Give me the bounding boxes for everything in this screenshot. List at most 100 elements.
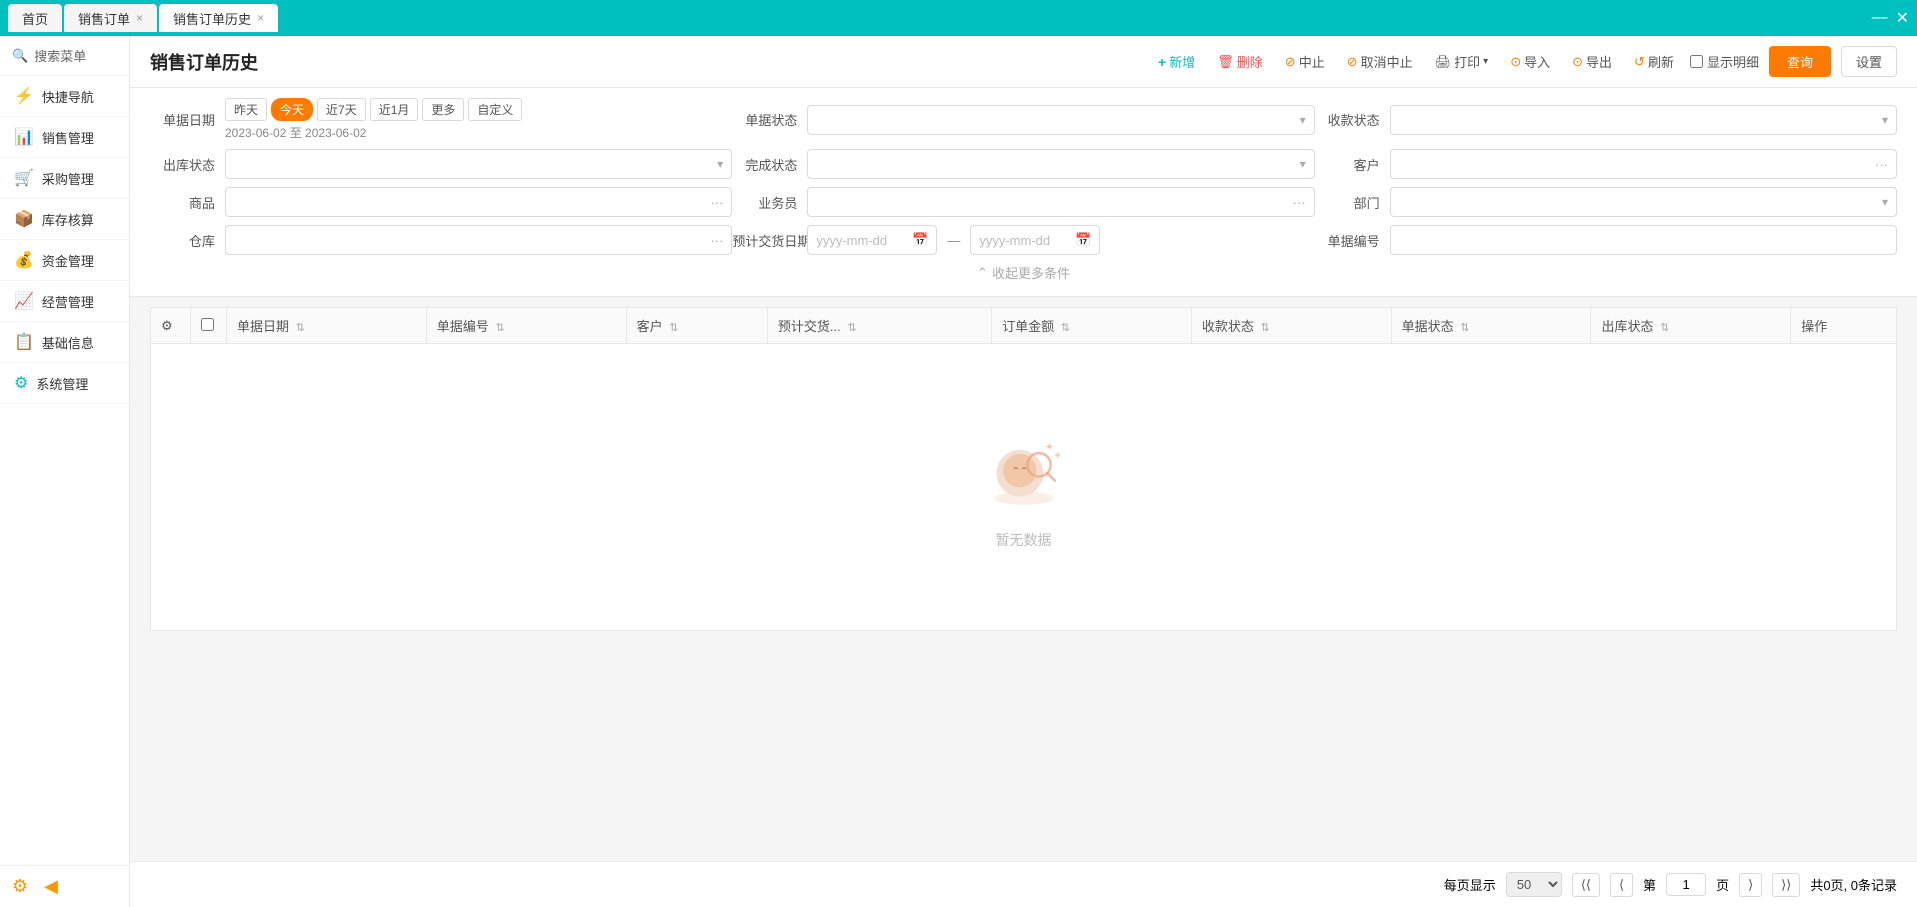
sidebar-item-basic-info[interactable]: 📋 基础信息 [0, 322, 129, 363]
salesperson-input[interactable]: ··· [807, 187, 1314, 217]
tab-sales-order[interactable]: 销售订单 × [64, 4, 157, 32]
setting-btn[interactable]: 设置 [1841, 46, 1897, 77]
first-page-btn[interactable]: ⟨⟨ [1572, 873, 1600, 897]
warehouse-input[interactable]: ··· [225, 225, 732, 255]
sidebar-item-system-mgmt[interactable]: ⚙ 系统管理 [0, 363, 129, 404]
content-area: 销售订单历史 + 新增 🗑 删除 ⊘ 中止 ⊘ [130, 36, 1917, 907]
minimize-btn[interactable]: — [1872, 9, 1888, 27]
import-icon: ⊙ [1510, 54, 1521, 70]
payment-status-content: ▾ [1390, 105, 1897, 135]
collapse-bar[interactable]: ⌃ 收起更多条件 [150, 259, 1897, 286]
bill-no-input[interactable] [1390, 225, 1897, 255]
export-btn[interactable]: ⊙ 导出 [1566, 48, 1618, 75]
filter-bill-status-cell: 单据状态 ▾ [732, 98, 1314, 141]
import-btn[interactable]: ⊙ 导入 [1504, 48, 1556, 75]
sidebar-settings-icon[interactable]: ⚙ [12, 876, 28, 897]
th-no[interactable]: 单据编号 ⇅ [426, 308, 626, 344]
th-customer[interactable]: 客户 ⇅ [626, 308, 767, 344]
toolbar: + 新增 🗑 删除 ⊘ 中止 ⊘ 取消中止 [1152, 46, 1897, 77]
last1m-btn[interactable]: 近1月 [370, 98, 419, 121]
complete-status-arrow-icon: ▾ [1300, 157, 1306, 171]
goods-input[interactable]: ··· [225, 187, 732, 217]
main-layout: 🔍 搜索菜单 ⚡ 快捷导航 📊 销售管理 🛒 采购管理 📦 库存核算 💰 资金管… [0, 36, 1917, 907]
th-action: 操作 [1791, 308, 1897, 344]
customer-ellipsis-icon[interactable]: ··· [1875, 157, 1888, 172]
th-delivery[interactable]: 预计交货... ⇅ [767, 308, 991, 344]
th-settings[interactable]: ⚙ [151, 308, 191, 344]
warehouse-ellipsis-icon[interactable]: ··· [710, 233, 723, 248]
complete-status-select[interactable]: ▾ [807, 149, 1314, 179]
more-btn[interactable]: 更多 [422, 98, 464, 121]
export-icon: ⊙ [1572, 54, 1583, 70]
sidebar-item-operations[interactable]: 📈 经营管理 [0, 281, 129, 322]
print-btn[interactable]: 🖨 打印 ▾ [1429, 48, 1495, 75]
close-btn[interactable]: ✕ [1896, 8, 1909, 28]
delivery-date-content: yyyy-mm-dd 📅 — yyyy-mm-dd 📅 [807, 225, 1314, 255]
tab-home[interactable]: 首页 [8, 4, 62, 32]
dept-select[interactable]: ▾ [1390, 187, 1897, 217]
sort-date-icon: ⇅ [296, 322, 305, 334]
complete-status-content: ▾ [807, 149, 1314, 179]
payment-status-select[interactable]: ▾ [1390, 105, 1897, 135]
out-status-select[interactable]: ▾ [225, 149, 732, 179]
th-payment-status[interactable]: 收款状态 ⇅ [1191, 308, 1391, 344]
finance-icon: 💰 [14, 250, 34, 270]
table-footer: 每页显示 50 20 100 ⟨⟨ ⟨ 第 页 ⟩ ⟩⟩ 共0页, 0条记录 [130, 861, 1917, 907]
th-out-status[interactable]: 出库状态 ⇅ [1591, 308, 1791, 344]
last-page-btn[interactable]: ⟩⟩ [1772, 873, 1800, 897]
empty-text: 暂无数据 [996, 530, 1052, 550]
sidebar-item-purchase-mgmt[interactable]: 🛒 采购管理 [0, 158, 129, 199]
tab-sales-order-close[interactable]: × [136, 11, 143, 25]
top-bar-controls: — ✕ [1872, 8, 1909, 28]
sidebar-item-quick-nav[interactable]: ⚡ 快捷导航 [0, 76, 129, 117]
sidebar-item-finance[interactable]: 💰 资金管理 [0, 240, 129, 281]
query-btn[interactable]: 查询 [1769, 46, 1831, 77]
salesperson-ellipsis-icon[interactable]: ··· [1293, 195, 1306, 210]
new-btn[interactable]: + 新增 [1152, 48, 1201, 75]
sidebar-search[interactable]: 🔍 搜索菜单 [0, 36, 129, 76]
filter-row-1: 单据日期 昨天 今天 近7天 近1月 更多 自定义 2023-06-02 [150, 98, 1897, 141]
sidebar-collapse-icon[interactable]: ◀ [44, 876, 58, 897]
stop-btn[interactable]: ⊘ 中止 [1279, 48, 1331, 75]
date-content: 昨天 今天 近7天 近1月 更多 自定义 2023-06-02 至 2023-0… [225, 98, 732, 141]
display-toggle[interactable]: 显示明细 [1690, 52, 1759, 71]
tab-sales-order-history-close[interactable]: × [257, 11, 264, 25]
settings-icon[interactable]: ⚙ [161, 318, 173, 333]
bill-status-select[interactable]: ▾ [807, 105, 1314, 135]
goods-ellipsis-icon[interactable]: ··· [710, 195, 723, 210]
cancel-stop-btn[interactable]: ⊘ 取消中止 [1341, 48, 1419, 75]
inventory-icon: 📦 [14, 209, 34, 229]
jump-label: 第 [1643, 875, 1656, 894]
delete-btn[interactable]: 🗑 删除 [1211, 48, 1269, 75]
page-input[interactable] [1666, 873, 1706, 896]
sort-bill-icon: ⇅ [1460, 322, 1469, 334]
empty-illustration: ✦ ✦ [974, 424, 1074, 514]
today-btn[interactable]: 今天 [271, 98, 313, 121]
page-size-select[interactable]: 50 20 100 [1506, 872, 1562, 897]
select-all-checkbox[interactable] [201, 318, 214, 331]
tab-sales-order-history[interactable]: 销售订单历史 × [159, 4, 278, 32]
yesterday-btn[interactable]: 昨天 [225, 98, 267, 121]
delivery-date-start[interactable]: yyyy-mm-dd 📅 [807, 225, 937, 255]
prev-page-btn[interactable]: ⟨ [1610, 873, 1633, 897]
last7-btn[interactable]: 近7天 [317, 98, 366, 121]
custom-btn[interactable]: 自定义 [468, 98, 522, 121]
refresh-btn[interactable]: ↺ 刷新 [1628, 48, 1680, 75]
delivery-date-label: 预计交货日期 [732, 231, 807, 250]
th-checkbox[interactable] [191, 308, 227, 344]
customer-input[interactable]: ··· [1390, 149, 1897, 179]
th-bill-status[interactable]: 单据状态 ⇅ [1391, 308, 1591, 344]
next-page-btn[interactable]: ⟩ [1739, 873, 1762, 897]
filter-date-cell: 单据日期 昨天 今天 近7天 近1月 更多 自定义 2023-06-02 [150, 98, 732, 141]
dept-content: ▾ [1390, 187, 1897, 217]
delivery-date-end[interactable]: yyyy-mm-dd 📅 [970, 225, 1100, 255]
dept-label: 部门 [1315, 193, 1390, 212]
th-amount[interactable]: 订单金额 ⇅ [992, 308, 1192, 344]
bill-status-label: 单据状态 [732, 110, 807, 129]
th-date[interactable]: 单据日期 ⇅ [227, 308, 427, 344]
customer-content: ··· [1390, 149, 1897, 179]
print-icon: 🖨 [1435, 54, 1452, 70]
display-toggle-checkbox[interactable] [1690, 55, 1703, 68]
sidebar-item-sales-mgmt[interactable]: 📊 销售管理 [0, 117, 129, 158]
sidebar-item-inventory[interactable]: 📦 库存核算 [0, 199, 129, 240]
